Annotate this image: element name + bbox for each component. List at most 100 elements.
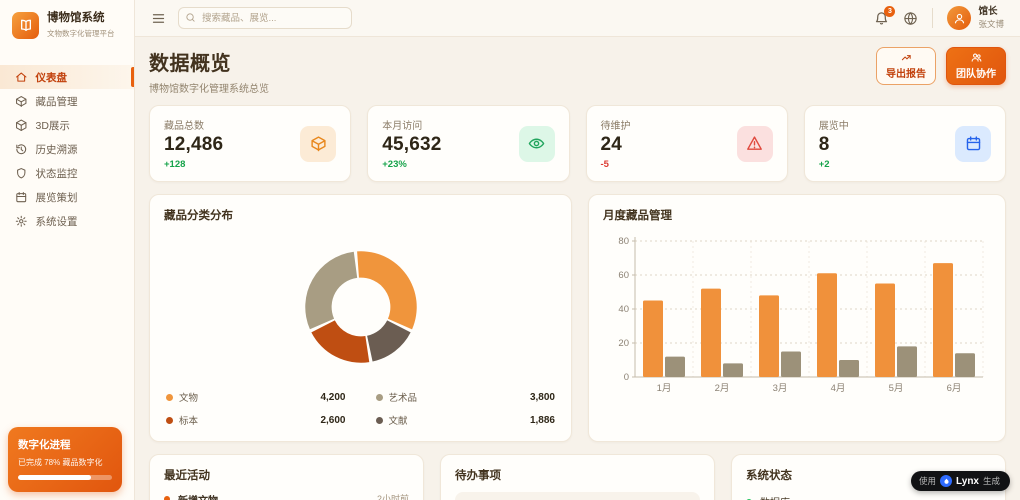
progress-subtitle: 已完成 78% 藏品数字化 [18, 458, 103, 467]
search-input[interactable] [178, 7, 352, 29]
sidebar-item-label: 仪表盘 [35, 71, 68, 84]
notification-badge: 3 [884, 5, 896, 17]
export-report-button[interactable]: 导出报告 [876, 47, 936, 85]
system-status-item: 数据库 [746, 492, 991, 500]
menu-icon[interactable] [151, 11, 166, 26]
app-window: 博物馆系统 文物数字化管理平台 仪表盘藏品管理 3D展示历史溯源状态监控展览策划系… [0, 0, 1020, 500]
main-area: 3 馆长 张文博 数据概览 博物馆数字化管理系统 [135, 0, 1020, 500]
legend-value: 3,800 [529, 391, 555, 403]
sidebar-item-label: 系统设置 [35, 215, 78, 228]
svg-text:6月: 6月 [947, 383, 962, 394]
monthly-management-card: 月度藏品管理 0 20 40 60 80 1月 2月 3月 4月 5月 6月 [588, 194, 1006, 442]
package-icon [16, 95, 27, 107]
stat-label: 待维护 [600, 121, 631, 132]
svg-text:5月: 5月 [889, 383, 904, 394]
sidebar-item-label: 展览策划 [35, 191, 78, 204]
bar-2月-series1 [701, 288, 721, 377]
page-title: 数据概览 [149, 53, 231, 75]
recent-activity-card: 最近活动 新增文物清代青花瓷瓶 2小时前 [149, 454, 424, 500]
progress-title: 数字化进程 [18, 439, 71, 451]
legend-label: 标本 [179, 416, 199, 427]
donut-legend: 文物 4,200 艺术品 3,800 标本 2,600 文献 1,886 [164, 390, 557, 429]
bottom-row: 最近活动 新增文物清代青花瓷瓶2小时前 待办事项 古籍数字化扫描今天 系统状态 … [149, 454, 1006, 500]
sidebar-item-exhibition[interactable]: 展览策划 [0, 185, 134, 209]
activity-item: 新增文物清代青花瓷瓶 2小时前 [164, 492, 409, 500]
lynx-attribution-badge[interactable]: 使用 Lynx 生成 [911, 471, 1010, 491]
sidebar-item-3d-display[interactable]: 3D展示 [0, 113, 134, 137]
app-logo: 博物馆系统 文物数字化管理平台 [0, 0, 134, 49]
sidebar-item-settings[interactable]: 系统设置 [0, 209, 134, 233]
user-name: 张文博 [978, 18, 1004, 29]
stat-text: 本月访问 45,632 +23% [382, 117, 441, 170]
stat-icon-box [955, 125, 991, 162]
search-icon [186, 13, 195, 22]
team-collab-button[interactable]: 团队协作 [946, 47, 1006, 85]
svg-text:2月: 2月 [715, 383, 730, 394]
history-icon [16, 144, 27, 154]
sidebar-item-monitor[interactable]: 状态监控 [0, 161, 134, 185]
svg-text:1月: 1月 [657, 383, 672, 394]
trending-up-icon [901, 55, 911, 61]
legend-label: 艺术品 [388, 393, 418, 404]
todo-item[interactable]: 古籍数字化扫描今天 [455, 492, 700, 500]
notifications-button[interactable]: 3 [874, 5, 896, 26]
svg-text:60: 60 [618, 270, 629, 281]
stat-icon-box [300, 125, 337, 162]
todo-card: 待办事项 古籍数字化扫描今天 [440, 454, 715, 500]
donut-segment-标本 [310, 319, 369, 363]
stat-value: 24 [600, 134, 623, 155]
sidebar-item-label: 状态监控 [35, 167, 78, 180]
bar-chart-title: 月度藏品管理 [603, 210, 672, 222]
stat-delta: +23% [382, 159, 407, 170]
logo-text: 博物馆系统 文物数字化管理平台 [47, 12, 115, 38]
language-button[interactable] [903, 11, 918, 26]
stat-card-展览中: 展览中 8 +2 [803, 105, 1006, 182]
badge-brand: Lynx [956, 475, 979, 487]
svg-text:40: 40 [618, 304, 629, 315]
stat-label: 本月访问 [382, 121, 423, 132]
cube-icon [16, 119, 27, 131]
svg-text:0: 0 [624, 372, 629, 383]
page-header-text: 数据概览 博物馆数字化管理系统总览 [149, 47, 269, 95]
status-label: 数据库 [760, 494, 790, 500]
legend-value: 1,886 [529, 414, 555, 426]
activity-title: 新增文物 [178, 492, 232, 500]
header-actions: 导出报告 团队协作 [876, 47, 1006, 85]
stat-card-本月访问: 本月访问 45,632 +23% [367, 105, 570, 182]
donut-segment-文物 [356, 250, 417, 329]
collection-category-card: 藏品分类分布 文物 4,200 艺术品 3,800 标本 2,600 文献 1,886 [149, 194, 572, 442]
page-header: 数据概览 博物馆数字化管理系统总览 导出报告 团队协作 [149, 47, 1006, 95]
donut-chart [164, 223, 557, 390]
sidebar-item-dashboard[interactable]: 仪表盘 [0, 65, 134, 89]
bar-6月-series2 [955, 353, 975, 377]
team-collab-label: 团队协作 [956, 69, 996, 80]
bar-5月-series1 [875, 283, 895, 377]
bar-chart: 0 20 40 60 80 1月 2月 3月 4月 5月 6月 [603, 229, 991, 407]
stat-value: 12,486 [164, 134, 224, 155]
users-icon [971, 53, 981, 62]
app-tagline: 文物数字化管理平台 [47, 28, 115, 38]
calendar-icon [16, 191, 27, 202]
recent-activity-list: 新增文物清代青花瓷瓶 2小时前 [164, 492, 409, 500]
sidebar-item-history[interactable]: 历史溯源 [0, 137, 134, 161]
home-icon [16, 72, 27, 82]
donut-segment-艺术品 [304, 251, 357, 329]
lynx-logo-icon [940, 475, 953, 487]
sidebar-item-label: 历史溯源 [35, 143, 78, 156]
stats-row: 藏品总数 12,486 +128 本月访问 45,632 +23% 待维护 24 -5 展览中 8 +… [149, 105, 1006, 182]
activity-text: 新增文物清代青花瓷瓶 [178, 492, 232, 500]
calendar-icon [966, 136, 980, 151]
recent-activity-title: 最近活动 [164, 470, 210, 482]
activity-time: 2小时前 [376, 494, 409, 500]
bar-1月-series2 [665, 356, 685, 377]
bar-1月-series1 [643, 300, 663, 377]
sidebar-nav: 仪表盘藏品管理 3D展示历史溯源状态监控展览策划系统设置 [0, 65, 134, 233]
sidebar-item-collections[interactable]: 藏品管理 [0, 89, 134, 113]
activity-dot [164, 496, 170, 500]
stat-text: 展览中 8 +2 [819, 117, 849, 170]
legend-dot [166, 393, 173, 401]
user-menu[interactable]: 馆长 张文博 [947, 6, 1004, 30]
stat-text: 藏品总数 12,486 +128 [164, 117, 223, 170]
svg-text:4月: 4月 [831, 383, 846, 394]
export-report-label: 导出报告 [886, 69, 926, 80]
